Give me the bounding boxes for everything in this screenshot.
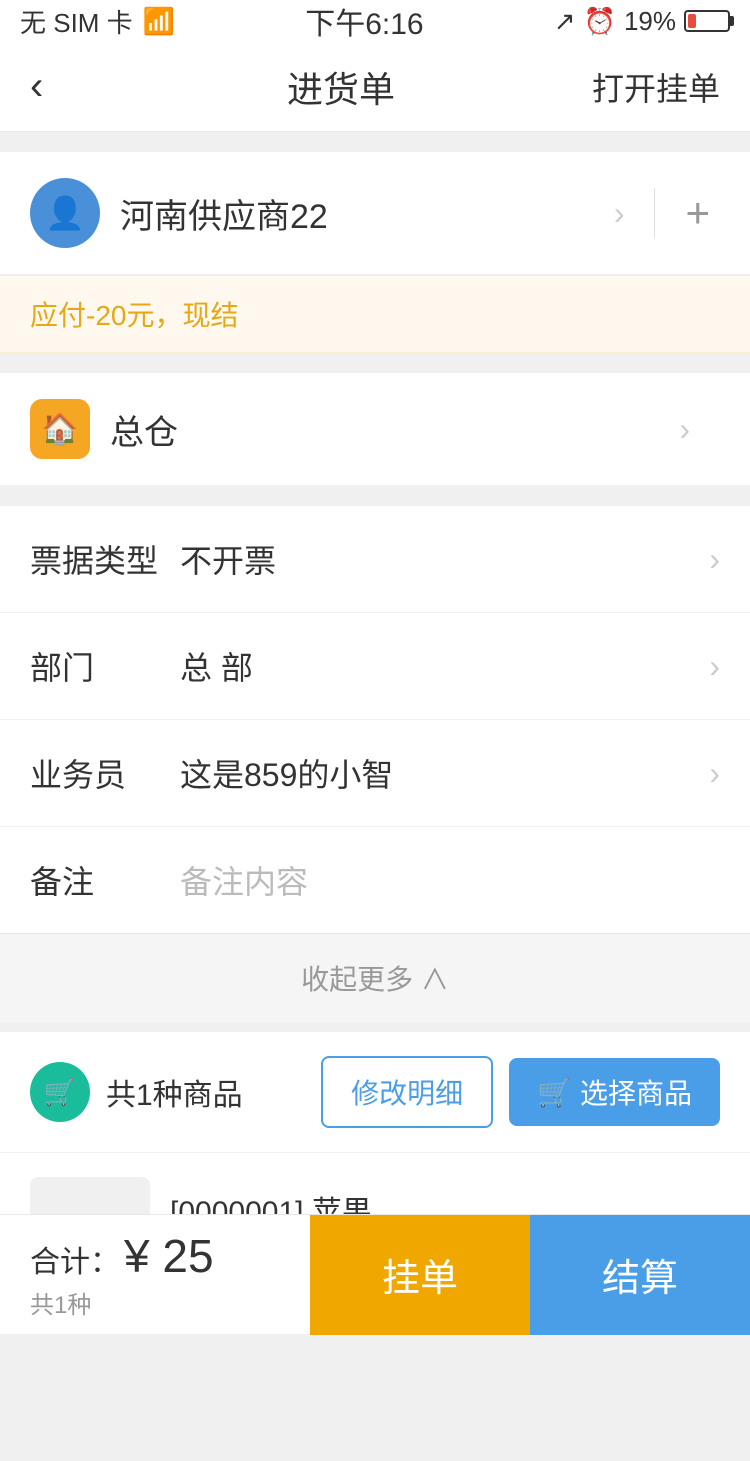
select-goods-button[interactable]: 🛒 选择商品: [509, 1058, 720, 1126]
status-time: 下午6:16: [305, 0, 423, 43]
salesman-value: 这是859的小智: [180, 750, 709, 796]
battery-icon: [684, 10, 730, 32]
warehouse-name: 总仓: [110, 405, 679, 454]
form-section: 票据类型 不开票 › 部门 总 部 › 业务员 这是859的小智 › 备注 备注…: [0, 505, 750, 933]
total-label: 合计：: [30, 1237, 120, 1281]
supplier-notice: 应付-20元，现结: [0, 275, 750, 353]
battery-percent: 19%: [624, 6, 676, 37]
settle-button[interactable]: 结算: [530, 1215, 750, 1335]
salesman-label: 业务员: [30, 750, 170, 796]
invoice-chevron-icon: ›: [709, 541, 720, 578]
total-sub: 共1种: [30, 1285, 280, 1320]
department-row[interactable]: 部门 总 部 ›: [0, 612, 750, 719]
cart-icon: 🛒: [44, 1077, 76, 1108]
department-value: 总 部: [180, 643, 709, 689]
bottom-spacer: [0, 1321, 750, 1461]
supplier-avatar: 👤: [30, 178, 100, 248]
section-gap-3: [0, 485, 750, 505]
carrier-text: 无 SIM 卡: [20, 3, 133, 40]
select-goods-label: 选择商品: [580, 1072, 692, 1112]
battery-fill: [688, 14, 696, 28]
invoice-label: 票据类型: [30, 536, 170, 582]
hang-button[interactable]: 挂单: [310, 1215, 530, 1335]
back-button[interactable]: ‹: [30, 64, 90, 109]
nav-title: 进货单: [287, 61, 395, 113]
total-amount: ¥ 25: [124, 1229, 214, 1283]
remark-label: 备注: [30, 857, 170, 903]
edit-detail-button[interactable]: 修改明细: [321, 1056, 493, 1128]
salesman-row[interactable]: 业务员 这是859的小智 ›: [0, 719, 750, 826]
supplier-section: 👤 河南供应商22 › + 应付-20元，现结: [0, 152, 750, 353]
invoice-value: 不开票: [180, 536, 709, 582]
invoice-row[interactable]: 票据类型 不开票 ›: [0, 505, 750, 612]
footer-total-row: 合计： ¥ 25: [30, 1229, 280, 1283]
cart-add-icon: 🛒: [537, 1076, 572, 1109]
warehouse-chevron-icon: ›: [679, 411, 690, 448]
supplier-row[interactable]: 👤 河南供应商22 › +: [0, 152, 750, 275]
footer: 合计： ¥ 25 共1种 挂单 结算: [0, 1214, 750, 1334]
status-indicators: ↗ ⏰ 19%: [554, 6, 730, 37]
supplier-chevron-icon: ›: [614, 195, 625, 232]
open-hang-button[interactable]: 打开挂单: [592, 64, 720, 110]
section-gap-2: [0, 353, 750, 373]
avatar-icon: 👤: [45, 194, 85, 232]
remark-input[interactable]: 备注内容: [180, 857, 720, 903]
footer-total: 合计： ¥ 25 共1种: [0, 1229, 310, 1320]
status-bar: 无 SIM 卡 📶 下午6:16 ↗ ⏰ 19%: [0, 0, 750, 42]
department-chevron-icon: ›: [709, 648, 720, 685]
warehouse-section[interactable]: 🏠 总仓 ›: [0, 373, 750, 485]
goods-icon: 🛒: [30, 1062, 90, 1122]
warehouse-row[interactable]: 🏠 总仓 ›: [0, 373, 750, 485]
remark-row[interactable]: 备注 备注内容: [0, 826, 750, 933]
status-carrier: 无 SIM 卡 📶: [20, 3, 175, 40]
location-icon: ↗: [554, 6, 576, 37]
supplier-name: 河南供应商22: [120, 189, 614, 238]
add-supplier-button[interactable]: +: [675, 189, 720, 237]
warehouse-icon: 🏠: [30, 399, 90, 459]
vertical-divider: [654, 188, 655, 238]
department-label: 部门: [30, 643, 170, 689]
goods-header: 🛒 共1种商品 修改明细 🛒 选择商品: [0, 1022, 750, 1152]
nav-bar: ‹ 进货单 打开挂单: [0, 42, 750, 132]
collapse-bar[interactable]: 收起更多 ∧: [0, 933, 750, 1022]
wifi-icon: 📶: [143, 6, 175, 37]
alarm-icon: ⏰: [584, 6, 616, 37]
goods-count: 共1种商品: [106, 1070, 321, 1114]
salesman-chevron-icon: ›: [709, 755, 720, 792]
section-gap-1: [0, 132, 750, 152]
